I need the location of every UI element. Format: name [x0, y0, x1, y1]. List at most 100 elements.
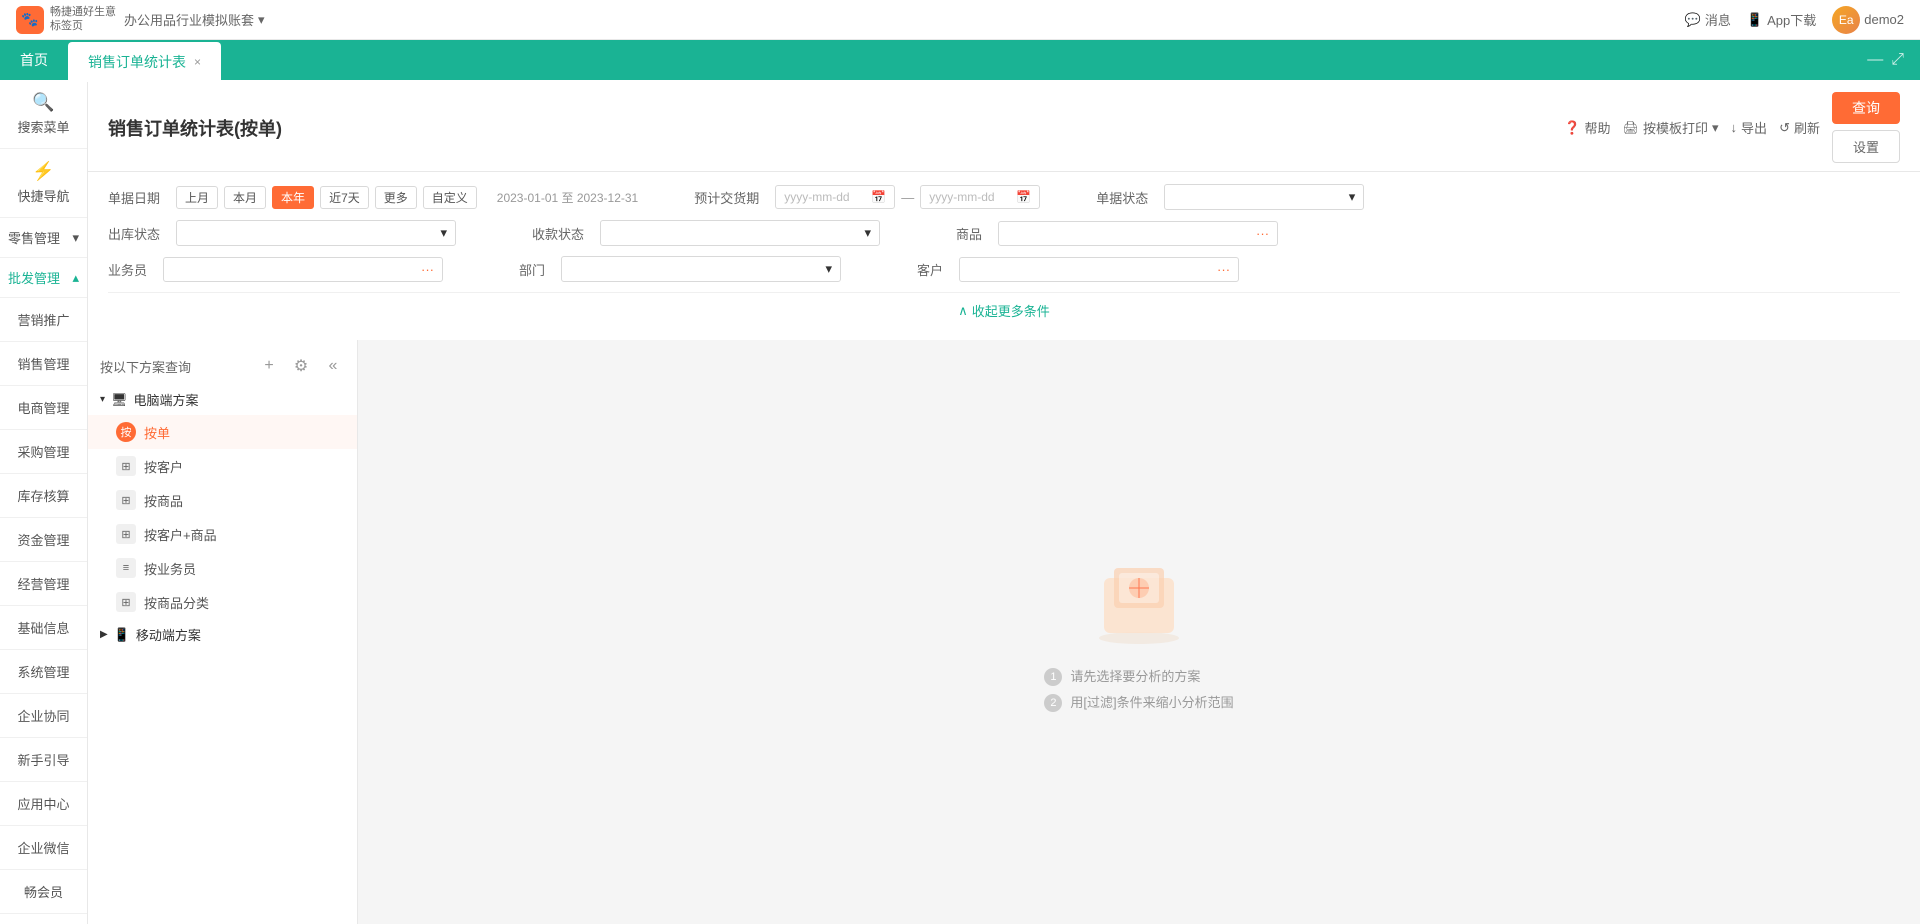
- dept-select[interactable]: ▾: [561, 256, 841, 282]
- sidebar-item-quick-nav[interactable]: ⚡ 快捷导航: [0, 149, 87, 218]
- scheme-item-by-goods[interactable]: ⊞ 按商品: [88, 483, 357, 517]
- chevron-up-icon: ▴: [72, 270, 79, 286]
- tab-sales-order-stat[interactable]: 销售订单统计表 ×: [68, 42, 221, 82]
- collect-status-select[interactable]: ▾: [600, 220, 880, 246]
- restore-icon[interactable]: —: [1867, 51, 1883, 69]
- tab-close-icon[interactable]: ×: [194, 55, 201, 69]
- delivery-date-end[interactable]: yyyy-mm-dd 📅: [920, 185, 1040, 209]
- sidebar-item-basic[interactable]: 基础信息: [0, 606, 87, 650]
- date-btn-custom[interactable]: 自定义: [423, 186, 477, 209]
- message-button[interactable]: 💬 消息: [1685, 10, 1731, 29]
- sidebar-item-corp[interactable]: 企业协同: [0, 694, 87, 738]
- date-btn-more[interactable]: 更多: [375, 186, 417, 209]
- help-button[interactable]: ❓ 帮助: [1564, 118, 1610, 137]
- sidebar-item-retail[interactable]: 零售管理 ▾: [0, 218, 87, 258]
- tab-home[interactable]: 首页: [0, 40, 68, 80]
- content-area: 销售订单统计表(按单) ❓ 帮助 🖨 按模板打印 ▾ ↓ 导出 ↺ 刷新: [88, 80, 1920, 924]
- sidebar: 🔍 搜索菜单 ⚡ 快捷导航 零售管理 ▾ 批发管理 ▴ 营销推广 销售管理 电商…: [0, 80, 88, 924]
- app-download-button[interactable]: 📱 App下载: [1747, 10, 1816, 29]
- sidebar-item-member[interactable]: 畅会员: [0, 870, 87, 914]
- delivery-date-start[interactable]: yyyy-mm-dd 📅: [775, 185, 895, 209]
- refresh-button[interactable]: ↺ 刷新: [1779, 118, 1820, 137]
- scheme-icon-by-order: 按: [116, 422, 136, 442]
- collect-status-label: 收款状态: [532, 224, 584, 243]
- workspace-selector[interactable]: 办公用品行业模拟账套 ▾: [124, 10, 265, 29]
- chevron-down-icon: ▾: [440, 225, 447, 241]
- goods-select[interactable]: ···: [998, 221, 1278, 246]
- mobile-icon: 📱: [114, 627, 130, 643]
- expected-delivery-inputs: yyyy-mm-dd 📅 — yyyy-mm-dd 📅: [775, 185, 1040, 209]
- salesman-label: 业务员: [108, 260, 147, 279]
- left-panel-header: 按以下方案查询 + ⚙ «: [88, 348, 357, 384]
- sidebar-item-ecommerce[interactable]: 电商管理: [0, 386, 87, 430]
- maximize-icon[interactable]: ⤢: [1891, 51, 1904, 69]
- query-button[interactable]: 查询: [1832, 92, 1900, 124]
- print-template-button[interactable]: 🖨 按模板打印 ▾: [1622, 118, 1718, 137]
- chevron-down-icon: ▾: [100, 394, 105, 405]
- message-icon: 💬: [1685, 12, 1701, 28]
- date-btn-last7[interactable]: 近7天: [320, 186, 369, 209]
- export-button[interactable]: ↓ 导出: [1731, 118, 1768, 137]
- left-panel: 按以下方案查询 + ⚙ « ▾ 🖥 电脑端方案 按: [88, 340, 358, 924]
- query-settings-btns: 查询 设置: [1832, 92, 1900, 163]
- collapse-panel-button[interactable]: «: [321, 354, 345, 378]
- expected-delivery-label: 预计交货期: [694, 188, 759, 207]
- top-bar-right: 💬 消息 📱 App下载 Ea demo2: [1685, 6, 1904, 34]
- customer-label: 客户: [917, 260, 943, 279]
- sidebar-item-wechat[interactable]: 企业微信: [0, 826, 87, 870]
- sidebar-item-wholesale[interactable]: 批发管理 ▴: [0, 258, 87, 298]
- help-icon: ❓: [1564, 120, 1580, 136]
- ship-status-select[interactable]: ▾: [176, 220, 456, 246]
- salesman-select[interactable]: ···: [163, 257, 443, 282]
- chevron-down-icon: ▾: [72, 230, 79, 246]
- sidebar-item-finance[interactable]: 资金管理: [0, 518, 87, 562]
- sidebar-item-appstore[interactable]: 应用中心: [0, 782, 87, 826]
- customer-select[interactable]: ···: [959, 257, 1239, 282]
- scheme-item-by-order[interactable]: 按 按单: [88, 415, 357, 449]
- date-btn-this-year[interactable]: 本年: [272, 186, 314, 209]
- date-label: 单据日期: [108, 188, 160, 207]
- settings-button[interactable]: 设置: [1832, 130, 1900, 163]
- logo-icon: 🐾: [16, 6, 44, 34]
- scheme-group-header-desktop[interactable]: ▾ 🖥 电脑端方案: [88, 384, 357, 415]
- chevron-right-icon: ▶: [100, 629, 108, 640]
- edit-scheme-button[interactable]: ⚙: [289, 354, 313, 378]
- order-status-select[interactable]: ▾: [1164, 184, 1364, 210]
- search-icon: 🔍: [32, 92, 54, 113]
- scheme-group-header-mobile[interactable]: ▶ 📱 移动端方案: [88, 619, 357, 650]
- collapse-filter-button[interactable]: ∧ 收起更多条件: [108, 292, 1900, 328]
- calendar-icon: 📅: [871, 190, 886, 204]
- sidebar-item-purchase[interactable]: 采购管理: [0, 430, 87, 474]
- filter-area: 单据日期 上月 本月 本年 近7天 更多 自定义 2023-01-01 至 20…: [88, 172, 1920, 340]
- scheme-icon-by-salesman: ≡: [116, 558, 136, 578]
- sidebar-item-marketing[interactable]: 营销推广: [0, 298, 87, 342]
- logo-area: 🐾 畅捷通好生意 标签页: [16, 6, 116, 34]
- date-range-display: 2023-01-01 至 2023-12-31: [497, 189, 638, 206]
- sidebar-item-inventory[interactable]: 库存核算: [0, 474, 87, 518]
- sidebar-item-ops[interactable]: 经营管理: [0, 562, 87, 606]
- user-menu[interactable]: Ea demo2: [1832, 6, 1904, 34]
- scheme-item-by-salesman[interactable]: ≡ 按业务员: [88, 551, 357, 585]
- add-scheme-button[interactable]: +: [257, 354, 281, 378]
- filter-row-status: 出库状态 ▾ 收款状态 ▾ 商品 ···: [108, 220, 1900, 246]
- refresh-icon: ↺: [1779, 120, 1790, 136]
- filter-row-people: 业务员 ··· 部门 ▾ 客户 ···: [108, 256, 1900, 282]
- scheme-item-by-customer[interactable]: ⊞ 按客户: [88, 449, 357, 483]
- main-layout: 🔍 搜索菜单 ⚡ 快捷导航 零售管理 ▾ 批发管理 ▴ 营销推广 销售管理 电商…: [0, 80, 1920, 924]
- scheme-group-mobile: ▶ 📱 移动端方案: [88, 619, 357, 650]
- page-header: 销售订单统计表(按单) ❓ 帮助 🖨 按模板打印 ▾ ↓ 导出 ↺ 刷新: [88, 80, 1920, 172]
- scheme-icon-by-customer: ⊞: [116, 456, 136, 476]
- computer-icon: 🖥: [111, 392, 128, 408]
- sidebar-item-newbie[interactable]: 新手引导: [0, 738, 87, 782]
- sidebar-item-system[interactable]: 系统管理: [0, 650, 87, 694]
- empty-hint-2: 2 用[过滤]条件来缩小分析范围: [1044, 690, 1233, 716]
- date-btn-this-month[interactable]: 本月: [224, 186, 266, 209]
- date-btn-last-month[interactable]: 上月: [176, 186, 218, 209]
- scheme-item-by-goods-cat[interactable]: ⊞ 按商品分类: [88, 585, 357, 619]
- chevron-up-icon: ∧: [958, 303, 968, 319]
- more-icon: ···: [1217, 262, 1230, 277]
- sidebar-item-search-menu[interactable]: 🔍 搜索菜单: [0, 80, 87, 149]
- scheme-item-by-customer-goods[interactable]: ⊞ 按客户+商品: [88, 517, 357, 551]
- sidebar-item-sales[interactable]: 销售管理: [0, 342, 87, 386]
- chevron-down-icon: ▾: [258, 12, 265, 28]
